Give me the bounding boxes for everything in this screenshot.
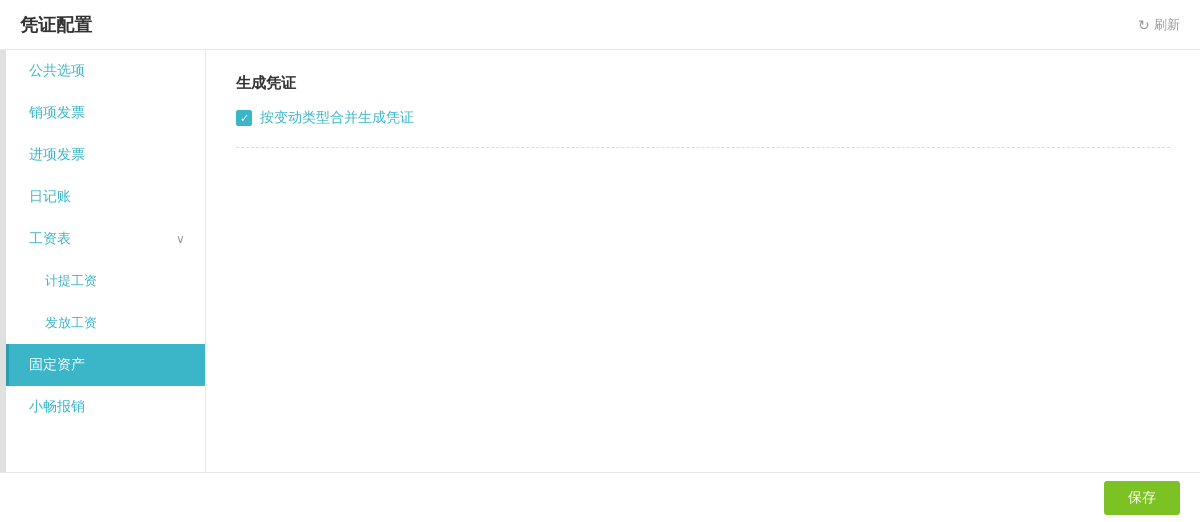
sidebar: 公共选项销项发票进项发票日记账工资表 ∨ 计提工资发放工资固定资产小畅报销 [6, 50, 206, 472]
sidebar-label-payroll-issue: 发放工资 [45, 314, 97, 332]
sidebar-label-payroll-accrual: 计提工资 [45, 272, 97, 290]
page-title: 凭证配置 [20, 13, 92, 37]
sidebar-label-sales-invoice: 销项发票 [29, 104, 85, 122]
page-header: 凭证配置 ↻ 刷新 [0, 0, 1200, 50]
checkbox-row: 按变动类型合并生成凭证 [236, 109, 1170, 127]
sidebar-label-journal: 日记账 [29, 188, 71, 206]
sidebar-item-payroll-table[interactable]: 工资表 ∨ [6, 218, 205, 260]
content-area: 生成凭证 按变动类型合并生成凭证 [206, 50, 1200, 472]
main-layout: 公共选项销项发票进项发票日记账工资表 ∨ 计提工资发放工资固定资产小畅报销 生成凭证… [0, 50, 1200, 472]
merge-voucher-checkbox[interactable] [236, 110, 252, 126]
sidebar-label-payroll-table: 工资表 [29, 230, 71, 248]
refresh-button[interactable]: ↻ 刷新 [1138, 16, 1180, 34]
save-button[interactable]: 保存 [1104, 481, 1180, 515]
refresh-icon: ↻ [1138, 17, 1150, 33]
sidebar-label-expense-report: 小畅报销 [29, 398, 85, 416]
sidebar-label-public-options: 公共选项 [29, 62, 85, 80]
section-divider [236, 147, 1170, 148]
sidebar-item-payroll-accrual[interactable]: 计提工资 [6, 260, 205, 302]
sidebar-item-public-options[interactable]: 公共选项 [6, 50, 205, 92]
chevron-down-icon: ∨ [176, 232, 185, 246]
refresh-label: 刷新 [1154, 16, 1180, 34]
sidebar-label-purchase-invoice: 进项发票 [29, 146, 85, 164]
sidebar-item-journal[interactable]: 日记账 [6, 176, 205, 218]
sidebar-item-purchase-invoice[interactable]: 进项发票 [6, 134, 205, 176]
section-title: 生成凭证 [236, 74, 1170, 93]
sidebar-item-fixed-assets[interactable]: 固定资产 [6, 344, 205, 386]
sidebar-label-fixed-assets: 固定资产 [29, 356, 85, 374]
sidebar-item-payroll-issue[interactable]: 发放工资 [6, 302, 205, 344]
sidebar-item-sales-invoice[interactable]: 销项发票 [6, 92, 205, 134]
merge-voucher-label[interactable]: 按变动类型合并生成凭证 [260, 109, 414, 127]
sidebar-item-expense-report[interactable]: 小畅报销 [6, 386, 205, 428]
page-footer: 保存 [0, 472, 1200, 522]
